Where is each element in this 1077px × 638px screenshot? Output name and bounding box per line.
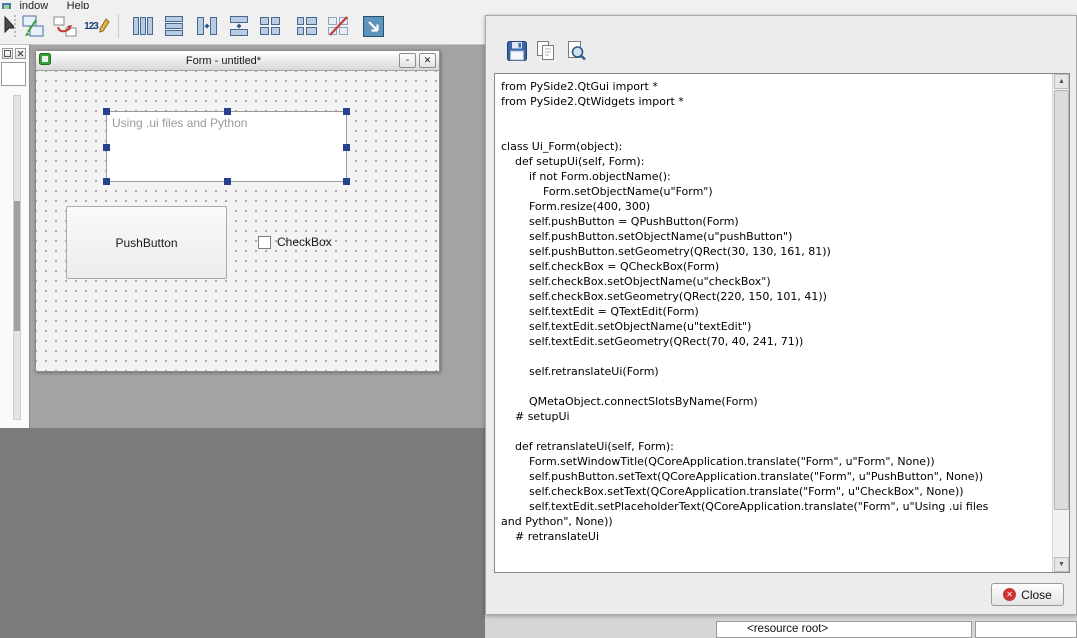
selection-handle[interactable] xyxy=(224,108,231,115)
code-line xyxy=(501,349,1049,364)
selection-handle[interactable] xyxy=(103,144,110,151)
textedit-placeholder: Using .ui files and Python xyxy=(112,116,247,130)
form-window-title: Form - untitled* xyxy=(51,55,396,67)
code-line: self.checkBox = QCheckBox(Form) xyxy=(501,259,1049,274)
code-line: Form.setObjectName(u"Form") xyxy=(501,184,1049,199)
code-line: self.textEdit.setPlaceholderText(QCoreAp… xyxy=(501,499,1049,514)
code-line xyxy=(501,424,1049,439)
break-layout-icon[interactable] xyxy=(325,13,351,39)
edit-tab-order-icon[interactable]: 123 xyxy=(84,13,110,39)
form-canvas[interactable]: Using .ui files and Python PushButton Ch… xyxy=(36,71,439,371)
close-button-label: Close xyxy=(1021,588,1052,602)
layout-horizontal-icon[interactable] xyxy=(130,13,156,39)
scrollbar-thumb[interactable] xyxy=(1054,90,1069,510)
code-line: self.pushButton.setObjectName(u"pushButt… xyxy=(501,229,1049,244)
code-line: self.checkBox.setText(QCoreApplication.t… xyxy=(501,484,1049,499)
code-line: self.textEdit.setObjectName(u"textEdit") xyxy=(501,319,1049,334)
code-line: self.pushButton.setText(QCoreApplication… xyxy=(501,469,1049,484)
code-line: Form.resize(400, 300) xyxy=(501,199,1049,214)
code-line: QMetaObject.connectSlotsByName(Form) xyxy=(501,394,1049,409)
checkbox-label: CheckBox xyxy=(277,235,332,249)
selection-handle[interactable] xyxy=(343,178,350,185)
menu-bar: indow Help xyxy=(0,0,300,9)
selection-handle[interactable] xyxy=(103,178,110,185)
edit-signals-slots-icon[interactable] xyxy=(20,13,46,39)
layout-splitter-vertical-icon[interactable] xyxy=(226,13,252,39)
menu-item-help[interactable]: Help xyxy=(67,0,90,9)
code-preview-dialog: from PySide2.QtGui import *from PySide2.… xyxy=(485,15,1077,615)
code-line: self.textEdit.setGeometry(QRect(70, 40, … xyxy=(501,334,1049,349)
code-line: if not Form.objectName(): xyxy=(501,169,1049,184)
code-scrollbar[interactable]: ▲ ▼ xyxy=(1052,74,1069,572)
code-line xyxy=(501,109,1049,124)
code-line: # setupUi xyxy=(501,409,1049,424)
close-button[interactable]: ✕ Close xyxy=(991,583,1064,606)
checkbox-widget[interactable]: CheckBox xyxy=(258,235,332,249)
code-line: self.pushButton = QPushButton(Form) xyxy=(501,214,1049,229)
code-line xyxy=(501,124,1049,139)
scrollbar-down-arrow[interactable]: ▼ xyxy=(1054,557,1069,572)
workspace-lower-area xyxy=(0,428,485,638)
toolbar-handle[interactable] xyxy=(14,15,17,37)
app-menu-icon xyxy=(2,0,11,9)
code-line: self.checkBox.setObjectName(u"checkBox") xyxy=(501,274,1049,289)
code-line: self.checkBox.setGeometry(QRect(220, 150… xyxy=(501,289,1049,304)
code-view[interactable]: from PySide2.QtGui import *from PySide2.… xyxy=(494,73,1070,573)
code-line: def retranslateUi(self, Form): xyxy=(501,439,1049,454)
qt-designer-screen: indow Help 123 xyxy=(0,0,1077,638)
dock-close-button[interactable] xyxy=(15,48,26,59)
form-window-titlebar[interactable]: Form - untitled* - ✕ xyxy=(36,51,439,71)
code-text: from PySide2.QtGui import *from PySide2.… xyxy=(501,79,1049,544)
layout-grid-icon[interactable] xyxy=(257,13,283,39)
code-line: Form.setWindowTitle(QCoreApplication.tra… xyxy=(501,454,1049,469)
edit-buddies-icon[interactable] xyxy=(52,13,78,39)
code-line: from PySide2.QtGui import * xyxy=(501,79,1049,94)
form-close-button[interactable]: ✕ xyxy=(419,53,436,68)
layout-vertical-icon[interactable] xyxy=(161,13,187,39)
toolbar-separator xyxy=(118,14,119,38)
code-line xyxy=(501,379,1049,394)
menu-item-window[interactable]: indow xyxy=(19,0,48,9)
resource-root-item[interactable]: <resource root> xyxy=(716,621,972,638)
layout-form-icon[interactable] xyxy=(294,13,320,39)
tab-order-glyph: 123 xyxy=(84,21,98,32)
checkbox-indicator[interactable] xyxy=(258,236,271,249)
form-window-icon xyxy=(39,52,51,70)
textedit-widget[interactable]: Using .ui files and Python xyxy=(106,111,347,182)
selection-handle[interactable] xyxy=(343,108,350,115)
layout-splitter-horizontal-icon[interactable] xyxy=(194,13,220,39)
close-button-icon: ✕ xyxy=(1003,588,1016,601)
copy-icon[interactable] xyxy=(534,39,558,63)
code-line: and Python", None)) xyxy=(501,514,1049,529)
code-line: # retranslateUi xyxy=(501,529,1049,544)
find-icon[interactable] xyxy=(564,39,588,63)
dock-float-button[interactable] xyxy=(2,48,13,59)
dock-scrollbar-thumb[interactable] xyxy=(14,201,20,331)
selection-handle[interactable] xyxy=(224,178,231,185)
pushbutton-widget[interactable]: PushButton xyxy=(66,206,227,279)
form-editor-window: Form - untitled* - ✕ Using .ui files and… xyxy=(35,50,440,372)
code-line: self.pushButton.setGeometry(QRect(30, 13… xyxy=(501,244,1049,259)
form-minimize-button[interactable]: - xyxy=(399,53,416,68)
adjust-size-icon[interactable] xyxy=(360,13,386,39)
widget-box-dock xyxy=(0,45,30,428)
code-line: def setupUi(self, Form): xyxy=(501,154,1049,169)
widget-filter-input[interactable] xyxy=(1,62,26,86)
code-line: self.textEdit = QTextEdit(Form) xyxy=(501,304,1049,319)
resource-side-panel[interactable] xyxy=(975,621,1077,638)
code-line: from PySide2.QtWidgets import * xyxy=(501,94,1049,109)
save-icon[interactable] xyxy=(505,39,529,63)
code-line: self.retranslateUi(Form) xyxy=(501,364,1049,379)
scrollbar-up-arrow[interactable]: ▲ xyxy=(1054,74,1069,89)
selection-handle[interactable] xyxy=(343,144,350,151)
dock-scrollbar[interactable] xyxy=(13,95,21,420)
code-line: class Ui_Form(object): xyxy=(501,139,1049,154)
selection-handle[interactable] xyxy=(103,108,110,115)
